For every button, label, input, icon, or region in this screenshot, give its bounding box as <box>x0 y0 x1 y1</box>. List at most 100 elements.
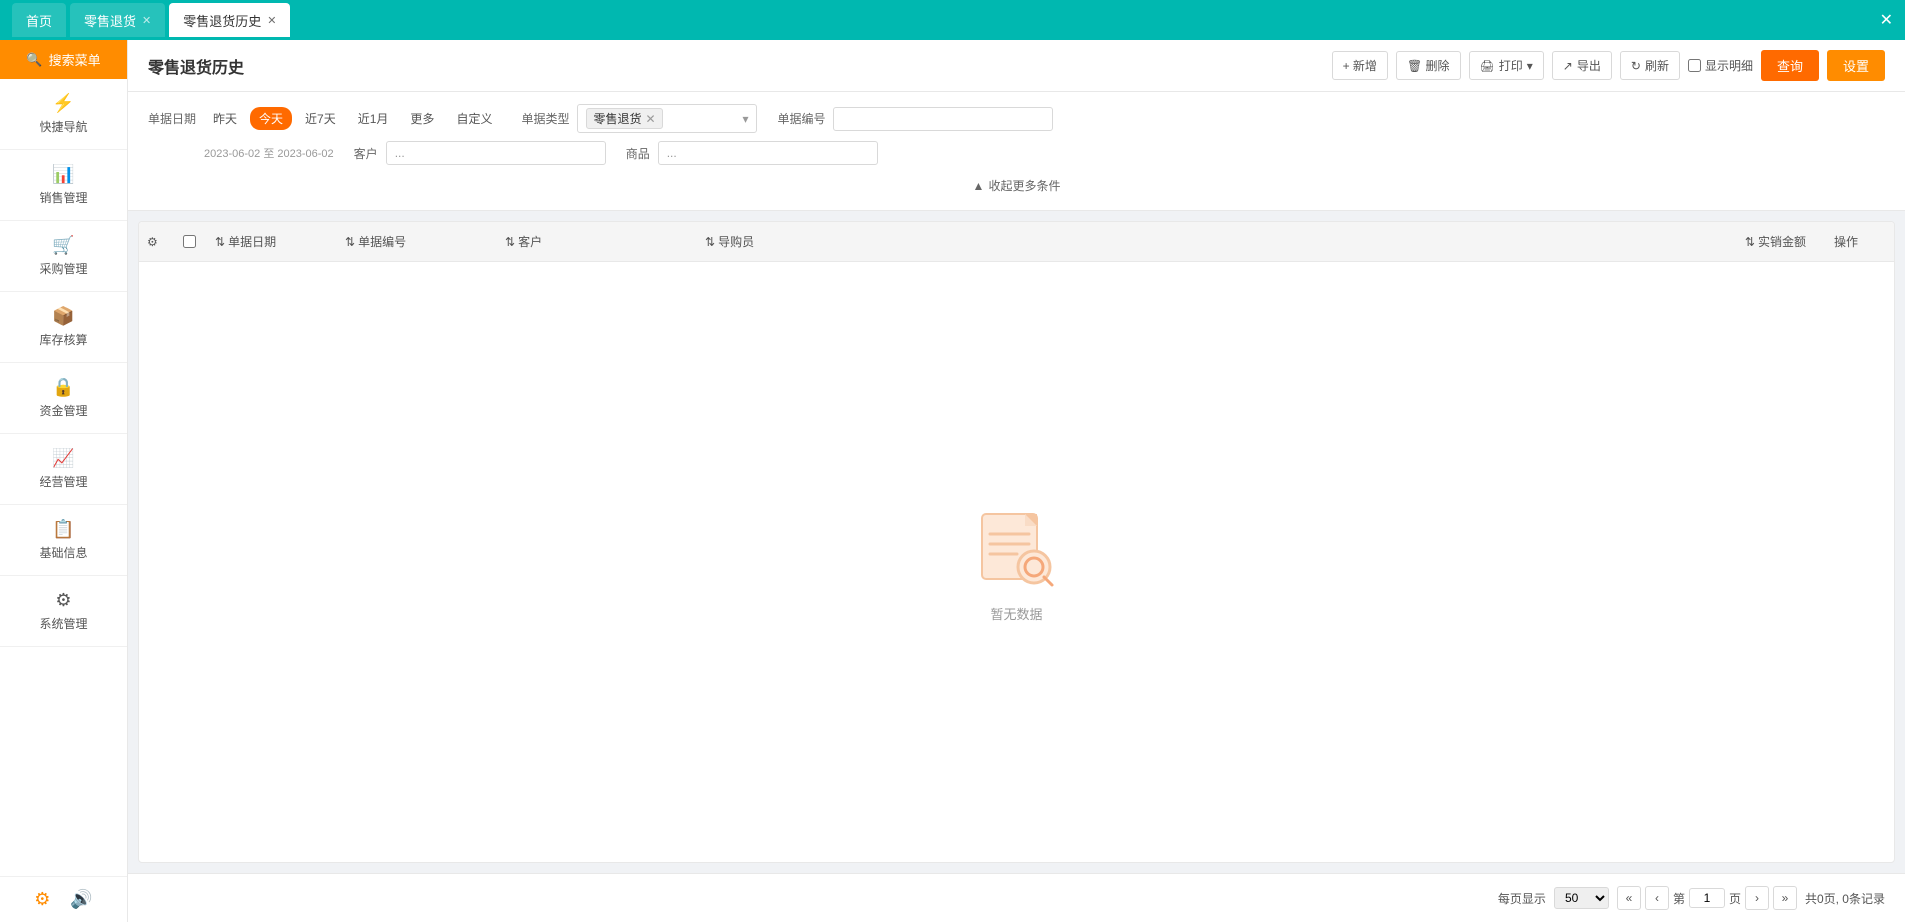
show-detail-checkbox[interactable] <box>1688 59 1701 72</box>
th-bill-no[interactable]: ⇅ 单据编号 <box>345 233 505 250</box>
date-btn-yesterday[interactable]: 昨天 <box>204 107 246 130</box>
th-amount-sort-icon: ⇅ <box>1745 235 1755 249</box>
quick-nav-icon: ⚡ <box>52 93 74 114</box>
date-btn-more[interactable]: 更多 <box>401 107 443 130</box>
refresh-label: 刷新 <box>1645 57 1669 74</box>
sys-mgmt-icon: ⚙ <box>55 590 71 611</box>
volume-icon[interactable]: 🔊 <box>70 889 92 910</box>
sidebar-item-sales-mgmt[interactable]: 📊 销售管理 <box>0 150 127 221</box>
header-actions: + 新增 🗑 删除 🖨 打印 ▾ ↗ 导出 ↻ 刷新 显示明细 <box>1332 50 1885 81</box>
search-icon: 🔍 <box>26 52 42 68</box>
per-page-select[interactable]: 50 10 20 100 <box>1554 887 1609 909</box>
page-title: 零售退货历史 <box>148 54 244 78</box>
settings-button[interactable]: 设置 <box>1827 50 1885 81</box>
sidebar-item-quick-nav[interactable]: ⚡ 快捷导航 <box>0 79 127 150</box>
tab-list: 首页 零售退货 ✕ 零售退货历史 ✕ <box>12 3 1880 37</box>
sidebar-item-operations[interactable]: 📈 经营管理 <box>0 434 127 505</box>
per-page-label: 每页显示 <box>1498 890 1546 907</box>
export-button[interactable]: ↗ 导出 <box>1552 51 1612 80</box>
window-close-icon[interactable]: ✕ <box>1880 10 1893 30</box>
print-button[interactable]: 🖨 打印 ▾ <box>1469 51 1544 80</box>
date-btn-today[interactable]: 今天 <box>250 107 292 130</box>
first-page-button[interactable]: « <box>1617 886 1641 910</box>
sidebar-item-basic-info[interactable]: 📋 基础信息 <box>0 505 127 576</box>
date-buttons: 昨天 今天 近7天 近1月 更多 自定义 <box>204 107 501 130</box>
date-btn-7days[interactable]: 近7天 <box>296 107 345 130</box>
delete-button[interactable]: 🗑 删除 <box>1396 51 1461 80</box>
query-button[interactable]: 查询 <box>1761 50 1819 81</box>
sales-icon: 📊 <box>52 164 74 185</box>
sidebar-item-sys-mgmt[interactable]: ⚙ 系统管理 <box>0 576 127 647</box>
sidebar: 🔍 搜索菜单 ⚡ 快捷导航 📊 销售管理 🛒 采购管理 📦 库存核算 🔒 资金管… <box>0 40 128 922</box>
tab-retail-return-close[interactable]: ✕ <box>142 14 151 27</box>
filter-area: 单据日期 昨天 今天 近7天 近1月 更多 自定义 单据类型 <box>128 92 1905 211</box>
bill-no-input[interactable] <box>833 107 1053 131</box>
page-label: 第 <box>1673 890 1685 907</box>
sidebar-bottom: ⚙ 🔊 <box>0 876 127 922</box>
bill-type-select[interactable]: 零售退货 ✕ ▾ <box>577 104 757 133</box>
page-suffix: 页 <box>1729 890 1741 907</box>
content-area: 零售退货历史 + 新增 🗑 删除 🖨 打印 ▾ ↗ 导出 ↻ 刷新 <box>128 40 1905 922</box>
bill-type-label: 单据类型 <box>521 110 569 127</box>
sidebar-item-purchase-mgmt[interactable]: 🛒 采购管理 <box>0 221 127 292</box>
th-settings[interactable]: ⚙ <box>147 235 183 249</box>
finance-icon: 🔒 <box>52 377 74 398</box>
print-icon: 🖨 <box>1480 59 1495 73</box>
tab-retail-return-history-label: 零售退货历史 <box>183 11 261 30</box>
prev-page-button[interactable]: ‹ <box>1645 886 1669 910</box>
main-layout: 🔍 搜索菜单 ⚡ 快捷导航 📊 销售管理 🛒 采购管理 📦 库存核算 🔒 资金管… <box>0 40 1905 922</box>
th-guide-sort-icon: ⇅ <box>705 235 715 249</box>
show-detail-checkbox-wrapper[interactable]: 显示明细 <box>1688 57 1753 74</box>
sidebar-item-sales-label: 销售管理 <box>39 189 87 206</box>
th-guide[interactable]: ⇅ 导购员 <box>705 233 1686 250</box>
th-op-label: 操作 <box>1834 233 1858 250</box>
print-arrow-icon: ▾ <box>1527 59 1533 73</box>
empty-image <box>972 502 1062 592</box>
show-detail-label: 显示明细 <box>1705 57 1753 74</box>
tab-retail-return-history[interactable]: 零售退货历史 ✕ <box>169 3 290 37</box>
sidebar-item-operations-label: 经营管理 <box>39 473 87 490</box>
select-all-checkbox[interactable] <box>183 235 196 248</box>
export-label: 导出 <box>1577 57 1601 74</box>
bill-type-tag-close[interactable]: ✕ <box>645 112 655 126</box>
th-amount[interactable]: ⇅ 实销金额 <box>1686 233 1806 250</box>
add-button[interactable]: + 新增 <box>1332 51 1388 80</box>
page-input[interactable] <box>1689 888 1725 908</box>
sidebar-search[interactable]: 🔍 搜索菜单 <box>0 40 127 79</box>
sidebar-item-inventory[interactable]: 📦 库存核算 <box>0 292 127 363</box>
date-label: 单据日期 <box>148 110 196 127</box>
pagination: 每页显示 50 10 20 100 « ‹ 第 页 › » 共0页, 0条记录 <box>128 873 1905 922</box>
goods-filter: 商品 ... <box>626 141 878 165</box>
customer-label: 客户 <box>354 145 378 162</box>
page-header: 零售退货历史 + 新增 🗑 删除 🖨 打印 ▾ ↗ 导出 ↻ 刷新 <box>128 40 1905 92</box>
page-nav: « ‹ 第 页 › » <box>1617 886 1797 910</box>
tab-retail-return[interactable]: 零售退货 ✕ <box>70 3 165 37</box>
collapse-bar[interactable]: ▲ 收起更多条件 <box>148 173 1885 198</box>
last-page-button[interactable]: » <box>1773 886 1797 910</box>
tab-home[interactable]: 首页 <box>12 3 66 37</box>
print-label: 打印 <box>1499 57 1523 74</box>
th-operation: 操作 <box>1806 233 1886 250</box>
date-btn-custom[interactable]: 自定义 <box>447 107 501 130</box>
settings-bottom-icon[interactable]: ⚙ <box>34 889 50 910</box>
customer-input[interactable]: ... <box>386 141 606 165</box>
tab-retail-return-history-close[interactable]: ✕ <box>267 14 276 27</box>
date-btn-1month[interactable]: 近1月 <box>349 107 398 130</box>
export-icon: ↗ <box>1563 59 1573 73</box>
bill-type-filter: 单据类型 零售退货 ✕ ▾ <box>521 104 757 133</box>
sidebar-item-finance[interactable]: 🔒 资金管理 <box>0 363 127 434</box>
th-settings-icon: ⚙ <box>147 235 158 249</box>
collapse-up-icon: ▲ <box>973 179 985 193</box>
inventory-icon: 📦 <box>52 306 74 327</box>
refresh-icon: ↻ <box>1631 59 1641 73</box>
sidebar-item-inventory-label: 库存核算 <box>39 331 87 348</box>
th-customer[interactable]: ⇅ 客户 <box>505 233 705 250</box>
th-guide-label: 导购员 <box>718 233 754 250</box>
th-checkbox[interactable] <box>183 235 215 248</box>
next-page-button[interactable]: › <box>1745 886 1769 910</box>
date-filter: 单据日期 昨天 今天 近7天 近1月 更多 自定义 <box>148 107 501 130</box>
refresh-button[interactable]: ↻ 刷新 <box>1620 51 1680 80</box>
th-date[interactable]: ⇅ 单据日期 <box>215 233 345 250</box>
goods-input[interactable]: ... <box>658 141 878 165</box>
date-range-display: 单据日期 2023-06-02 至 2023-06-02 <box>148 145 334 162</box>
